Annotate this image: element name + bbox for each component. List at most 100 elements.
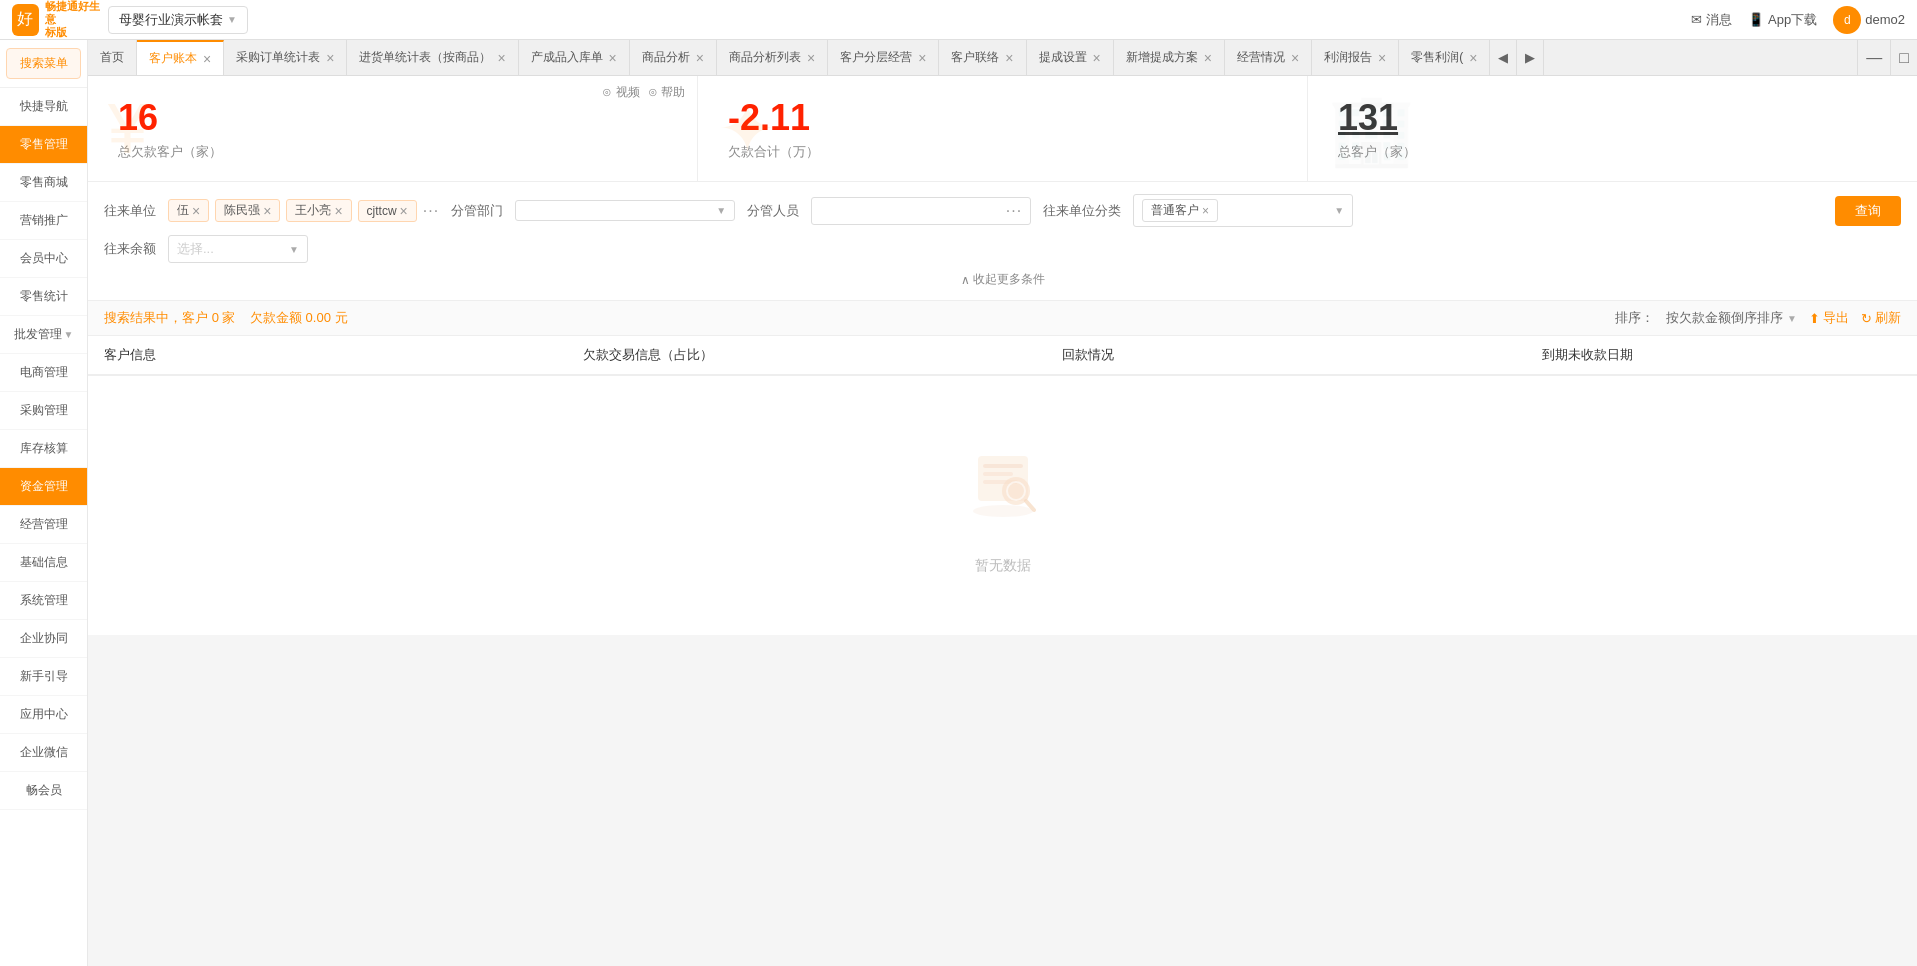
tab-new-plan[interactable]: 新增提成方案 × — [1114, 40, 1225, 76]
empty-icon — [958, 436, 1048, 545]
tab-close-icon[interactable]: × — [918, 50, 926, 66]
dept-selector[interactable]: ▼ — [515, 200, 735, 221]
tab-close-icon[interactable]: × — [696, 50, 704, 66]
tab-close-icon[interactable]: × — [807, 50, 815, 66]
tab-retail-profit[interactable]: 零售利润( × — [1399, 40, 1490, 76]
collapse-filter-btn[interactable]: ∧ 收起更多条件 — [961, 271, 1045, 288]
remove-tag-cjttcw[interactable]: × — [400, 203, 408, 219]
logo-area: 好 畅捷通好生意 标版 — [12, 0, 100, 39]
tab-product-analysis[interactable]: 商品分析 × — [630, 40, 717, 76]
tab-close-icon[interactable]: × — [1469, 50, 1477, 66]
tab-nav-next-btn[interactable]: ▶ — [1517, 40, 1544, 76]
sidebar-item-basic-info[interactable]: 基础信息 — [0, 544, 87, 582]
stat-bg-icon-star: ✦ — [718, 88, 777, 170]
export-button[interactable]: ⬆ 导出 — [1809, 309, 1849, 327]
more-tags-btn[interactable]: ··· — [423, 202, 439, 220]
remove-unit-class-tag[interactable]: × — [1202, 204, 1209, 218]
sidebar-item-operations[interactable]: 经营管理 — [0, 506, 87, 544]
tab-nav-prev-btn[interactable]: ◀ — [1490, 40, 1517, 76]
balance-chevron-icon: ▼ — [289, 244, 299, 255]
video-link[interactable]: ⊙ 视频 — [602, 84, 639, 101]
filter-row-1: 往来单位 伍 × 陈民强 × 王小亮 × — [104, 194, 1901, 227]
sidebar-item-system[interactable]: 系统管理 — [0, 582, 87, 620]
tab-close-icon[interactable]: × — [1005, 50, 1013, 66]
page-content: ¥ 16 总欠款客户（家） ⊙ 视频 ⊙ 帮助 ✦ -2.11 欠款合计（万） … — [88, 76, 1917, 966]
sort-selector[interactable]: 按欠款金额倒序排序 ▼ — [1666, 309, 1797, 327]
filter-balance-label: 往来余额 — [104, 240, 156, 258]
tab-close-icon[interactable]: × — [609, 50, 617, 66]
sidebar-item-app-center[interactable]: 应用中心 — [0, 696, 87, 734]
tab-purchase-order[interactable]: 采购订单统计表 × — [224, 40, 347, 76]
remove-tag-chen[interactable]: × — [263, 203, 271, 219]
refresh-icon: ↻ — [1861, 311, 1872, 326]
sidebar-item-retail-mall[interactable]: 零售商城 — [0, 164, 87, 202]
table-header-customer-info: 客户信息 — [104, 346, 583, 364]
table-header: 客户信息 欠款交易信息（占比） 回款情况 到期未收款日期 — [88, 336, 1917, 376]
org-selector[interactable]: 母婴行业演示帐套 ▼ — [108, 6, 248, 34]
content-area: 首页 客户账本 × 采购订单统计表 × 进货单统计表（按商品） × 产成品入库单… — [88, 40, 1917, 966]
tab-ops-status[interactable]: 经营情况 × — [1225, 40, 1312, 76]
stat-bg-icon-yuan: ¥ — [108, 89, 147, 169]
sidebar-item-member-center[interactable]: 会员中心 — [0, 240, 87, 278]
search-menu-button[interactable]: 搜索菜单 — [6, 48, 81, 79]
chevron-down-icon: ▼ — [227, 14, 237, 25]
tab-stock-stats[interactable]: 进货单统计表（按商品） × — [347, 40, 518, 76]
stat-card-overdue-customers: ¥ 16 总欠款客户（家） ⊙ 视频 ⊙ 帮助 — [88, 76, 698, 181]
tab-minimize-btn[interactable]: — — [1857, 40, 1890, 76]
tab-close-icon[interactable]: × — [1204, 50, 1212, 66]
person-selector[interactable]: ··· — [811, 197, 1031, 225]
tab-close-icon[interactable]: × — [1378, 50, 1386, 66]
balance-selector[interactable]: 选择... ▼ — [168, 235, 308, 263]
filter-person-label: 分管人员 — [747, 202, 799, 220]
tab-close-icon[interactable]: × — [203, 51, 211, 67]
sidebar-item-retail-stats[interactable]: 零售统计 — [0, 278, 87, 316]
tab-close-icon[interactable]: × — [326, 50, 334, 66]
sidebar-item-enterprise-coop[interactable]: 企业协同 — [0, 620, 87, 658]
refresh-button[interactable]: ↻ 刷新 — [1861, 309, 1901, 327]
sidebar-item-quick-nav[interactable]: 快捷导航 — [0, 88, 87, 126]
user-menu-btn[interactable]: d demo2 — [1833, 6, 1905, 34]
tab-customer-contact[interactable]: 客户联络 × — [939, 40, 1026, 76]
sidebar: 搜索菜单 快捷导航 零售管理 零售商城 营销推广 会员中心 零售统计 批发管理 … — [0, 40, 88, 966]
filter-tag-cjttcw: cjttcw × — [358, 200, 417, 222]
query-button[interactable]: 查询 — [1835, 196, 1901, 226]
sidebar-item-inventory[interactable]: 库存核算 — [0, 430, 87, 468]
sidebar-item-enterprise-wx[interactable]: 企业微信 — [0, 734, 87, 772]
tab-customer-ops[interactable]: 客户分层经营 × — [828, 40, 939, 76]
sidebar-item-vip[interactable]: 畅会员 — [0, 772, 87, 810]
tab-product-list[interactable]: 商品分析列表 × — [717, 40, 828, 76]
tab-customer-book[interactable]: 客户账本 × — [137, 40, 224, 76]
sidebar-item-capital[interactable]: 资金管理 — [0, 468, 87, 506]
unit-class-tag: 普通客户 × — [1142, 199, 1218, 222]
unit-class-selector[interactable]: 普通客户 × ▼ — [1133, 194, 1353, 227]
tab-close-icon[interactable]: × — [497, 50, 505, 66]
tab-close-icon[interactable]: × — [1093, 50, 1101, 66]
tab-reminder[interactable]: 提成设置 × — [1027, 40, 1114, 76]
sidebar-item-retail-mgmt[interactable]: 零售管理 — [0, 126, 87, 164]
message-icon: ✉ — [1691, 12, 1702, 27]
tab-home[interactable]: 首页 — [88, 40, 137, 76]
remove-tag-wu[interactable]: × — [192, 203, 200, 219]
stat-card-overdue-amount: ✦ -2.11 欠款合计（万） — [698, 76, 1308, 181]
tab-close-icon[interactable]: × — [1291, 50, 1299, 66]
filter-org-unit-label: 往来单位 — [104, 202, 156, 220]
filter-unit-class-label: 往来单位分类 — [1043, 202, 1121, 220]
stats-row: ¥ 16 总欠款客户（家） ⊙ 视频 ⊙ 帮助 ✦ -2.11 欠款合计（万） … — [88, 76, 1917, 182]
empty-state: 暂无数据 — [88, 376, 1917, 635]
sidebar-item-new-guide[interactable]: 新手引导 — [0, 658, 87, 696]
sidebar-item-wholesale-mgmt[interactable]: 批发管理 ▼ — [0, 316, 87, 354]
sidebar-item-marketing[interactable]: 营销推广 — [0, 202, 87, 240]
svg-rect-3 — [983, 472, 1013, 476]
sidebar-item-ecommerce[interactable]: 电商管理 — [0, 354, 87, 392]
message-btn[interactable]: ✉ 消息 — [1691, 11, 1732, 29]
tab-maximize-btn[interactable]: □ — [1890, 40, 1917, 76]
help-link[interactable]: ⊙ 帮助 — [648, 84, 685, 101]
tab-cost-in[interactable]: 产成品入库单 × — [519, 40, 630, 76]
app-download-btn[interactable]: 📱 App下载 — [1748, 11, 1817, 29]
dept-chevron-icon: ▼ — [716, 205, 726, 216]
tab-actions: — □ — [1857, 40, 1917, 76]
remove-tag-wang[interactable]: × — [334, 203, 342, 219]
tab-profit-report[interactable]: 利润报告 × — [1312, 40, 1399, 76]
sidebar-item-purchase[interactable]: 采购管理 — [0, 392, 87, 430]
avatar: d — [1833, 6, 1861, 34]
